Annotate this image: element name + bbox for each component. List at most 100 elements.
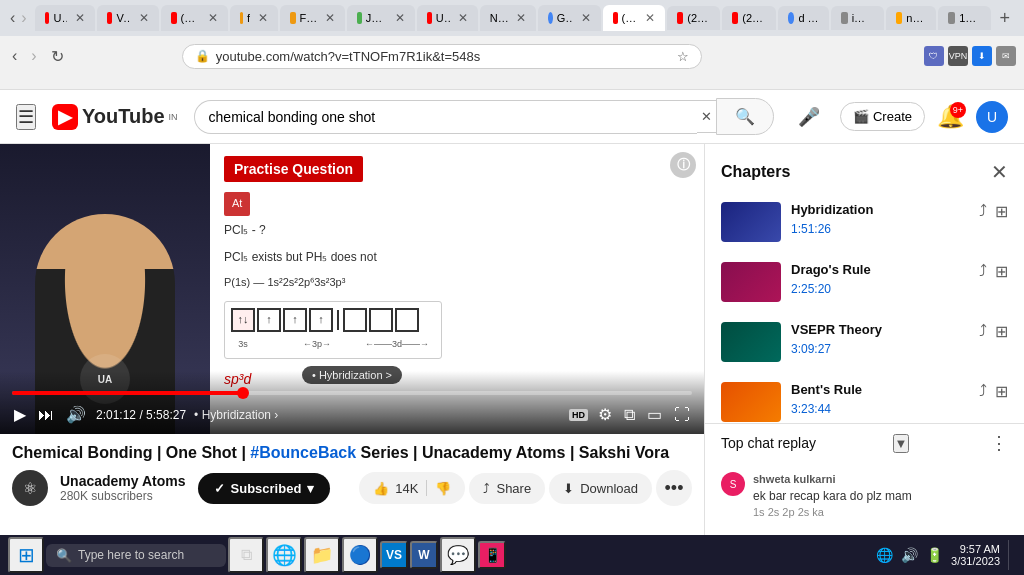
vs-icon[interactable]: VS (380, 541, 408, 569)
tab-orbi[interactable]: d orbi... (778, 6, 829, 30)
hamburger-menu[interactable]: ☰ (16, 104, 36, 130)
tab-16802[interactable]: 16802... (938, 6, 991, 30)
star-btn[interactable]: ☆ (677, 49, 689, 64)
new-tab-btn[interactable]: + (993, 8, 1016, 29)
slide-formula: P(1s) — 1s²2s²2p⁶3s²3p³ (224, 273, 690, 293)
like-btn[interactable]: 👍 14K 👎 (359, 472, 465, 504)
search-input[interactable] (194, 100, 697, 134)
chapter-playlist-1[interactable]: ⊞ (995, 202, 1008, 221)
play-btn[interactable]: ▶ (12, 403, 28, 426)
download-label: Download (580, 481, 638, 496)
chapter-share-3[interactable]: ⤴ (979, 322, 987, 340)
volume-btn[interactable]: 🔊 (64, 403, 88, 426)
ext-download-mgr[interactable]: ⬇ (972, 46, 992, 66)
back-btn[interactable]: ‹ (8, 9, 17, 27)
tab-28c[interactable]: (28) C... (667, 6, 720, 30)
chapter-playlist-2[interactable]: ⊞ (995, 262, 1008, 281)
bounce-back-link[interactable]: #BounceBack (250, 444, 356, 461)
settings-btn[interactable]: ⚙ (596, 403, 614, 426)
tab-28ch[interactable]: (28) Ch✕ (603, 5, 665, 31)
extra-icon1[interactable]: 📱 (478, 541, 506, 569)
tab-unac1[interactable]: Unac...✕ (35, 5, 96, 31)
tab-vecto[interactable]: Vecto...✕ (97, 5, 159, 31)
chapter-item-vsepr[interactable]: VSEPR Theory 3:09:27 ⤴ ⊞ (705, 312, 1024, 372)
chapter-item-bent[interactable]: Bent's Rule 3:23:44 ⤴ ⊞ (705, 372, 1024, 423)
back-nav-btn[interactable]: ‹ (8, 43, 21, 69)
taskbar-search-label: Type here to search (78, 548, 184, 562)
download-btn[interactable]: ⬇ Download (549, 473, 652, 504)
taskbar-search-box[interactable]: 🔍 Type here to search (46, 544, 226, 567)
network-icon: 🌐 (876, 547, 893, 563)
chapter-share-1[interactable]: ⤴ (979, 202, 987, 220)
yt-logo[interactable]: ▶ YouTubeIN (52, 104, 178, 130)
subscribe-btn[interactable]: ✓ Subscribed ▾ (198, 473, 331, 504)
start-btn[interactable]: ⊞ (8, 537, 44, 573)
tab-back[interactable]: ‹ › (8, 9, 29, 27)
chapter-info-2: Drago's Rule 2:25:20 (791, 262, 969, 296)
address-bar[interactable]: 🔒 youtube.com/watch?v=tTNOFm7R1ik&t=548s… (182, 44, 702, 69)
channel-info: Unacademy Atoms 280K subscribers (60, 473, 186, 503)
chapter-playlist-3[interactable]: ⊞ (995, 322, 1008, 341)
word-icon[interactable]: W (410, 541, 438, 569)
bell-btn[interactable]: 🔔 9+ (937, 104, 964, 130)
chat-replay-section: Top chat replay ▼ ⋮ (705, 423, 1024, 466)
info-circle[interactable]: ⓘ (670, 152, 696, 178)
tab-notes[interactable]: notes... (886, 6, 937, 30)
channel-name: Unacademy Atoms (60, 473, 186, 489)
fwd-btn[interactable]: › (19, 9, 28, 27)
chapter-info-1: Hybridization 1:51:26 (791, 202, 969, 236)
lock-icon: 🔒 (195, 49, 210, 63)
search-container: ✕ 🔍 (194, 98, 774, 135)
avatar[interactable]: U (976, 101, 1008, 133)
tab-image[interactable]: image... (831, 6, 884, 30)
ext-mail[interactable]: ✉ (996, 46, 1016, 66)
tab-28w[interactable]: (28) W... (722, 6, 776, 30)
mic-btn[interactable]: 🎤 (798, 106, 820, 128)
miniplayer-btn[interactable]: ⧉ (622, 404, 637, 426)
tab-filost[interactable]: Filo St...✕ (280, 5, 344, 31)
progress-bar-container[interactable] (12, 391, 692, 395)
chapter-share-4[interactable]: ⤴ (979, 382, 987, 400)
chat-replay-label: Top chat replay (721, 435, 816, 451)
chapter-thumb-1 (721, 202, 781, 242)
tab-googl[interactable]: Googl...✕ (538, 5, 601, 31)
ext-vpn[interactable]: VPN (948, 46, 968, 66)
bell-badge: 9+ (950, 102, 966, 118)
ext-shield[interactable]: 🛡 (924, 46, 944, 66)
more-options-btn[interactable]: ••• (656, 470, 692, 506)
task-view-btn[interactable]: ⧉ (228, 537, 264, 573)
video-player[interactable]: UA Practise Question At PCl₅ - ? PCl₅ ex… (0, 144, 704, 434)
chrome-taskbar-icon[interactable]: 🔵 (342, 537, 378, 573)
share-btn[interactable]: ⤴ Share (469, 473, 545, 504)
search-clear-btn[interactable]: ✕ (697, 100, 716, 133)
chapter-item-hybridization[interactable]: Hybridization 1:51:26 ⤴ ⊞ (705, 192, 1024, 252)
create-btn[interactable]: 🎬 Create (840, 102, 925, 131)
tab-filo[interactable]: filo✕ (230, 5, 278, 31)
search-submit-btn[interactable]: 🔍 (716, 98, 774, 135)
fullscreen-btn[interactable]: ⛶ (672, 404, 692, 426)
show-desktop-btn[interactable] (1008, 540, 1016, 570)
chapters-close-btn[interactable]: ✕ (991, 160, 1008, 184)
tab-newtab[interactable]: New Tab✕ (480, 5, 536, 31)
tab-ec1[interactable]: (28) Ec...✕ (161, 5, 228, 31)
control-row: ▶ ⏭ 🔊 2:01:12 / 5:58:27 • Hybridization … (12, 403, 692, 426)
yt-logo-sup: IN (169, 112, 178, 122)
chapter-item-drago[interactable]: Drago's Rule 2:25:20 ⤴ ⊞ (705, 252, 1024, 312)
edge-icon[interactable]: 🌐 (266, 537, 302, 573)
tab-jee[interactable]: JEE Me...✕ (347, 5, 415, 31)
chat-toggle-btn[interactable]: ▼ (893, 434, 910, 453)
refresh-btn[interactable]: ↻ (47, 43, 68, 70)
slide-line1: At PCl₅ - ? (224, 192, 690, 241)
time-display: 2:01:12 / 5:58:27 (96, 408, 186, 422)
chat-more-btn[interactable]: ⋮ (990, 432, 1008, 454)
fwd-nav-btn[interactable]: › (27, 43, 40, 69)
discord-icon[interactable]: 💬 (440, 537, 476, 573)
next-btn[interactable]: ⏭ (36, 404, 56, 426)
page-body: ☰ ▶ YouTubeIN ✕ 🔍 🎤 🎬 Create 🔔 9+ U (0, 90, 1024, 575)
theater-btn[interactable]: ▭ (645, 403, 664, 426)
channel-icon[interactable]: ⚛ (12, 470, 48, 506)
file-explorer-icon[interactable]: 📁 (304, 537, 340, 573)
chapter-playlist-4[interactable]: ⊞ (995, 382, 1008, 401)
chapter-share-2[interactable]: ⤴ (979, 262, 987, 280)
tab-unac2[interactable]: Unac...✕ (417, 5, 478, 31)
